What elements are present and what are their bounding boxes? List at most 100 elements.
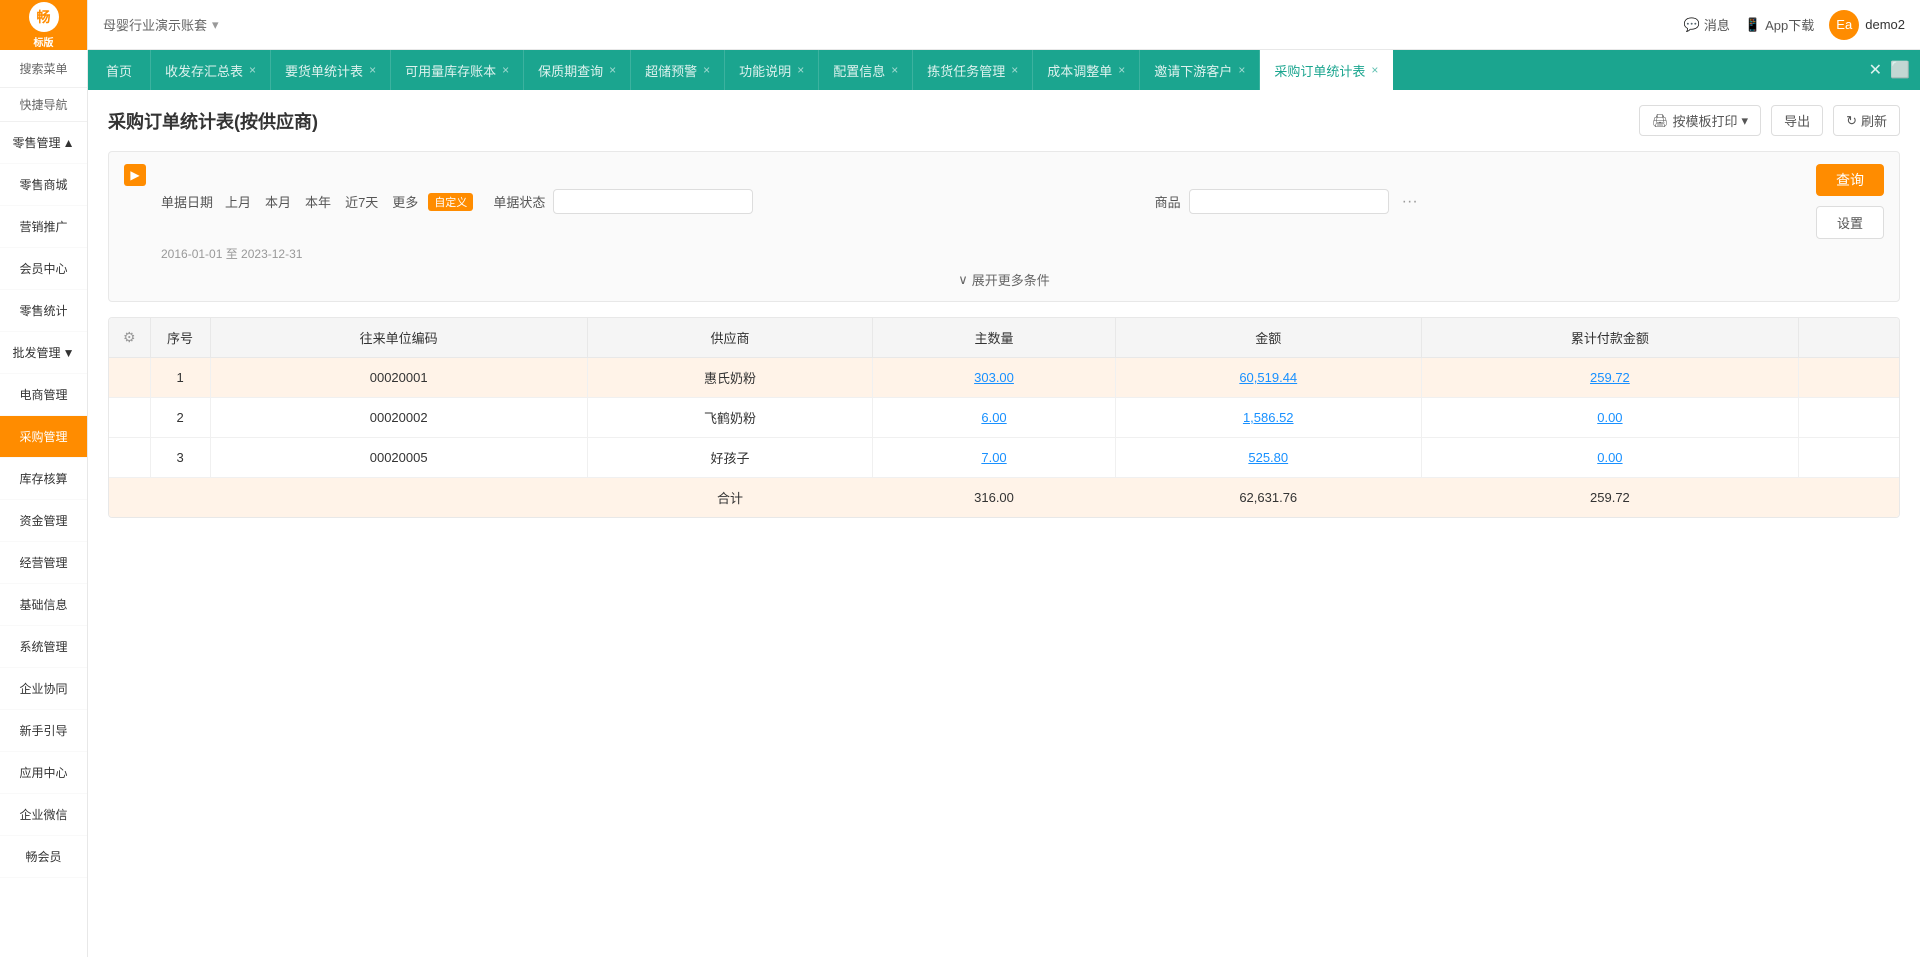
table-row[interactable]: 2 00020002 飞鹤奶粉 6.00 1,586.52 0.00 <box>109 398 1899 438</box>
tab-maximize-icon[interactable]: ⬜ <box>1890 60 1910 80</box>
filter-date-benniian[interactable]: 本年 <box>301 190 335 213</box>
tab-close-yaohuo[interactable]: × <box>369 63 376 77</box>
filter-expand-btn[interactable]: ∨ 展开更多条件 <box>958 270 1050 289</box>
col-unit-code: 往来单位编码 <box>210 318 587 358</box>
sidebar-quick-nav-label: 快捷导航 <box>5 96 82 113</box>
tab-close-shoufahuizong[interactable]: × <box>249 63 256 77</box>
table-footer-row: 合计 316.00 62,631.76 259.72 <box>109 478 1899 518</box>
sidebar-item-wechat[interactable]: 企业微信 <box>0 794 87 836</box>
tab-shoufahuizong[interactable]: 收发存汇总表 × <box>151 50 271 90</box>
tab-close-baozhi[interactable]: × <box>609 63 616 77</box>
btn-export[interactable]: 导出 <box>1771 105 1823 136</box>
tab-gongneng[interactable]: 功能说明 × <box>725 50 819 90</box>
page-title-bar: 采购订单统计表(按供应商) 🖨 按模板打印 ▾ 导出 ↻ 刷新 <box>108 105 1900 136</box>
filter-toggle-arrow[interactable]: ▶ <box>124 164 146 186</box>
sidebar-item-retail[interactable]: 零售管理 ▲ <box>0 122 87 164</box>
sidebar-item-purchase[interactable]: 采购管理 <box>0 416 87 458</box>
cell-quantity-2[interactable]: 6.00 <box>873 398 1115 438</box>
cell-paid-2[interactable]: 0.00 <box>1421 398 1798 438</box>
sidebar-item-inventory[interactable]: 库存核算 <box>0 458 87 500</box>
footer-cell-quantity: 316.00 <box>873 478 1115 518</box>
filter-goods-input[interactable] <box>1189 189 1389 214</box>
cell-extra-2 <box>1799 398 1900 438</box>
sidebar-item-retail-mall[interactable]: 零售商城 <box>0 164 87 206</box>
filter-more-icon[interactable]: ··· <box>1402 193 1418 211</box>
page-actions: 🖨 按模板打印 ▾ 导出 ↻ 刷新 <box>1639 105 1900 136</box>
tab-baozhi[interactable]: 保质期查询 × <box>524 50 631 90</box>
tabbar-end: ✕ ⬜ <box>1859 60 1920 80</box>
sidebar-item-system[interactable]: 系统管理 <box>0 626 87 668</box>
filter-custom-badge[interactable]: 自定义 <box>428 193 473 211</box>
footer-cell-amount: 62,631.76 <box>1115 478 1421 518</box>
tab-close-gongneng[interactable]: × <box>797 63 804 77</box>
sidebar-item-appcenter[interactable]: 应用中心 <box>0 752 87 794</box>
sidebar-item-marketing[interactable]: 营销推广 <box>0 206 87 248</box>
tab-pihuo[interactable]: 拣货任务管理 × <box>913 50 1033 90</box>
topbar-title: 母婴行业演示账套 ▾ <box>103 15 1684 34</box>
sidebar-search-label: 搜索菜单 <box>5 60 82 77</box>
btn-template-print[interactable]: 🖨 按模板打印 ▾ <box>1639 105 1761 136</box>
cell-amount-1[interactable]: 60,519.44 <box>1115 358 1421 398</box>
table-settings-icon[interactable]: ⚙ <box>123 329 136 345</box>
filter-status-label: 单据状态 <box>493 192 545 211</box>
tab-keyongliang[interactable]: 可用量库存账本 × <box>391 50 524 90</box>
topbar-app-download-btn[interactable]: 📱 App下载 <box>1745 15 1814 34</box>
tabbar: 首页 收发存汇总表 × 要货单统计表 × 可用量库存账本 × 保质期查询 × 超… <box>88 50 1920 90</box>
tab-yaoqing[interactable]: 邀请下游客户 × <box>1140 50 1260 90</box>
tab-close-keyongliang[interactable]: × <box>502 63 509 77</box>
cell-paid-1[interactable]: 259.72 <box>1421 358 1798 398</box>
topbar-user-btn[interactable]: Ea demo2 <box>1829 10 1905 40</box>
tab-close-pihuo[interactable]: × <box>1011 63 1018 77</box>
table-row[interactable]: 3 00020005 好孩子 7.00 525.80 0.00 <box>109 438 1899 478</box>
topbar-dropdown-icon[interactable]: ▾ <box>212 17 219 33</box>
filter-date-range: 2016-01-01 至 2023-12-31 <box>161 245 1884 262</box>
tab-close-peizhi[interactable]: × <box>891 63 898 77</box>
filter-date-shang[interactable]: 上月 <box>221 190 255 213</box>
table-row[interactable]: 1 00020001 惠氏奶粉 303.00 60,519.44 259.72 <box>109 358 1899 398</box>
tab-close-caigou[interactable]: × <box>1371 63 1378 77</box>
sidebar-search-section[interactable]: 搜索菜单 <box>0 50 87 88</box>
cell-amount-3[interactable]: 525.80 <box>1115 438 1421 478</box>
tab-peizhi[interactable]: 配置信息 × <box>819 50 913 90</box>
filter-settings-btn[interactable]: 设置 <box>1816 206 1884 239</box>
sidebar-item-retail-stats[interactable]: 零售统计 <box>0 290 87 332</box>
tab-yaohuo[interactable]: 要货单统计表 × <box>271 50 391 90</box>
col-settings[interactable]: ⚙ <box>109 318 150 358</box>
sidebar-item-newguide[interactable]: 新手引导 <box>0 710 87 752</box>
tab-close-yaoqing[interactable]: × <box>1238 63 1245 77</box>
filter-date-jin7[interactable]: 近7天 <box>341 190 382 213</box>
sidebar-item-member2[interactable]: 畅会员 <box>0 836 87 878</box>
btn-refresh[interactable]: ↻ 刷新 <box>1833 105 1900 136</box>
tab-home[interactable]: 首页 <box>88 50 151 90</box>
user-avatar: Ea <box>1829 10 1859 40</box>
filter-date-ben[interactable]: 本月 <box>261 190 295 213</box>
sidebar-item-operation[interactable]: 经营管理 <box>0 542 87 584</box>
filter-status-select[interactable] <box>553 189 753 214</box>
topbar-msg-btn[interactable]: 💬 消息 <box>1684 15 1730 34</box>
sidebar-item-ecommerce[interactable]: 电商管理 <box>0 374 87 416</box>
tab-chaochuyu[interactable]: 超储预警 × <box>631 50 725 90</box>
cell-quantity-3[interactable]: 7.00 <box>873 438 1115 478</box>
tab-close-chengben[interactable]: × <box>1118 63 1125 77</box>
tab-chengben[interactable]: 成本调整单 × <box>1033 50 1140 90</box>
data-table: ⚙ 序号 往来单位编码 供应商 主数量 金额 累计付款金额 <box>109 318 1899 517</box>
filter-date-gengduo[interactable]: 更多 <box>388 190 422 213</box>
sidebar-item-capital[interactable]: 资金管理 <box>0 500 87 542</box>
filter-query-btn[interactable]: 查询 <box>1816 164 1884 196</box>
cell-settings-1 <box>109 358 150 398</box>
tab-close-all-icon[interactable]: ✕ <box>1869 60 1882 80</box>
table-header-row: ⚙ 序号 往来单位编码 供应商 主数量 金额 累计付款金额 <box>109 318 1899 358</box>
cell-extra-1 <box>1799 358 1900 398</box>
sidebar-item-enterprise[interactable]: 企业协同 <box>0 668 87 710</box>
cell-amount-2[interactable]: 1,586.52 <box>1115 398 1421 438</box>
sidebar-item-wholesale[interactable]: 批发管理 ▼ <box>0 332 87 374</box>
tab-caigou[interactable]: 采购订单统计表 × <box>1260 50 1393 90</box>
cell-paid-3[interactable]: 0.00 <box>1421 438 1798 478</box>
tab-close-chaochuyu[interactable]: × <box>703 63 710 77</box>
main-area: 母婴行业演示账套 ▾ 💬 消息 📱 App下载 Ea demo2 首页 <box>88 0 1920 957</box>
cell-quantity-1[interactable]: 303.00 <box>873 358 1115 398</box>
sidebar-quick-nav[interactable]: 快捷导航 <box>0 88 87 122</box>
sidebar-item-member[interactable]: 会员中心 <box>0 248 87 290</box>
sidebar-item-basic[interactable]: 基础信息 <box>0 584 87 626</box>
page: 采购订单统计表(按供应商) 🖨 按模板打印 ▾ 导出 ↻ 刷新 <box>88 90 1920 957</box>
